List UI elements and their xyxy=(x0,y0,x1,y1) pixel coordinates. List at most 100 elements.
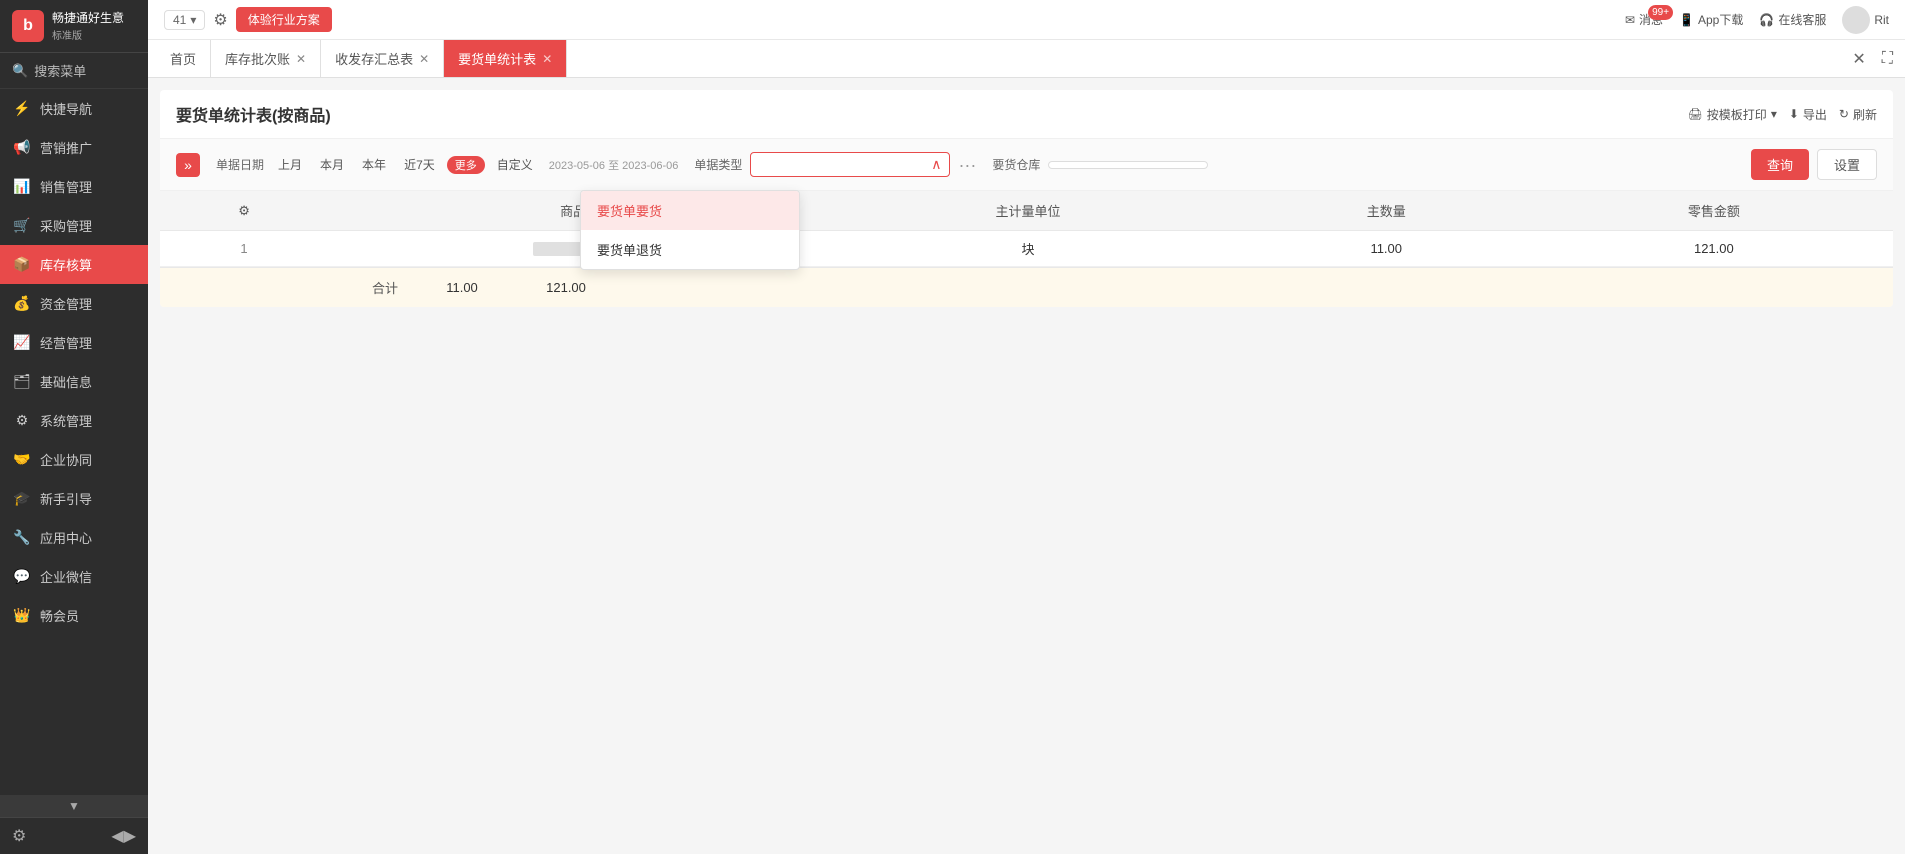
system-icon: ⚙ xyxy=(12,412,32,429)
sidebar-nav: ⚡ 快捷导航 📢 营销推广 📊 销售管理 🛒 采购管理 📦 库存核算 💰 资金管… xyxy=(0,89,148,795)
col-settings-icon[interactable]: ⚙ xyxy=(160,191,328,231)
query-btn[interactable]: 查询 xyxy=(1751,149,1809,180)
type-filter-label: 单据类型 xyxy=(694,156,742,173)
date-range-display: 2023-05-06 至 2023-06-06 xyxy=(549,157,679,173)
online-service-btn[interactable]: 🎧 在线客服 xyxy=(1759,11,1826,28)
tab-order-stats-close[interactable]: ✕ xyxy=(542,52,552,66)
page-container: 要货单统计表(按商品) 🖨 按模板打印 ▾ ⬇ 导出 ↻ 刷新 xyxy=(148,78,1905,854)
footer-amount: 121.00 xyxy=(526,280,606,295)
tab-inventory-batch-close[interactable]: ✕ xyxy=(296,52,306,66)
app-download-label: App下载 xyxy=(1698,11,1743,28)
tab-expand-icon[interactable]: ⛶ xyxy=(1878,50,1897,68)
sidebar-item-label: 企业协同 xyxy=(40,450,92,469)
settings-btn[interactable]: 设置 xyxy=(1817,149,1877,180)
date-btn-more[interactable]: 更多 xyxy=(447,156,485,174)
warehouse-select[interactable] xyxy=(1048,161,1208,169)
sidebar-item-label: 采购管理 xyxy=(40,216,92,235)
message-icon: ✉ xyxy=(1625,13,1635,27)
sidebar-item-marketing[interactable]: 📢 营销推广 xyxy=(0,128,148,167)
page-title: 要货单统计表(按商品) xyxy=(176,102,331,126)
sales-icon: 📊 xyxy=(12,178,32,195)
filter-warehouse-group: 要货仓库 xyxy=(992,156,1208,173)
sidebar-item-label: 营销推广 xyxy=(40,138,92,157)
cooperation-icon: 🤝 xyxy=(12,451,32,468)
row-amount: 121.00 xyxy=(1535,231,1893,267)
sidebar-item-guide[interactable]: 🎓 新手引导 xyxy=(0,479,148,518)
table-wrapper: ⚙ 商品 主计量单位 主数量 零售金额 1 块 11.00 xyxy=(160,191,1893,267)
print-arrow-icon: ▾ xyxy=(1771,107,1777,121)
export-btn[interactable]: ⬇ 导出 xyxy=(1789,106,1827,123)
sidebar-item-finance[interactable]: 💰 资金管理 xyxy=(0,284,148,323)
collapse-footer-icon[interactable]: ◀▶ xyxy=(111,826,136,846)
search-label: 搜索菜单 xyxy=(34,61,86,80)
dropdown-item-yh-order[interactable]: 要货单要货 xyxy=(581,191,799,230)
tab-order-stats[interactable]: 要货单统计表 ✕ xyxy=(444,40,567,77)
date-btn-this-year[interactable]: 本年 xyxy=(356,154,392,175)
logo-title: 畅捷通好生意 xyxy=(52,10,124,27)
user-profile[interactable]: Rit xyxy=(1842,6,1889,34)
date-btn-this-month[interactable]: 本月 xyxy=(314,154,350,175)
sidebar-item-quick-nav[interactable]: ⚡ 快捷导航 xyxy=(0,89,148,128)
quick-nav-icon: ⚡ xyxy=(12,100,32,117)
sidebar-item-member[interactable]: 👑 畅会员 xyxy=(0,596,148,635)
sidebar-item-appstore[interactable]: 🔧 应用中心 xyxy=(0,518,148,557)
date-btn-custom[interactable]: 自定义 xyxy=(491,154,539,175)
tab-receive-summary[interactable]: 收发存汇总表 ✕ xyxy=(321,40,444,77)
date-btn-7days[interactable]: 近7天 xyxy=(398,154,441,175)
sidebar-item-basic[interactable]: 🗂 基础信息 xyxy=(0,362,148,401)
sidebar-item-purchase[interactable]: 🛒 采购管理 xyxy=(0,206,148,245)
sidebar: b 畅捷通好生意 标准版 🔍 搜索菜单 ⚡ 快捷导航 📢 营销推广 📊 销售管理… xyxy=(0,0,148,854)
tab-close-all-icon[interactable]: ✕ xyxy=(1848,49,1869,69)
filter-date-group: 单据日期 上月 本月 本年 近7天 更多 自定义 2023-05-06 至 20… xyxy=(216,154,678,175)
header-settings-icon[interactable]: ⚙ xyxy=(213,10,227,30)
header-left: 41 ▾ ⚙ 体验行业方案 xyxy=(164,7,332,32)
sidebar-logo: b 畅捷通好生意 标准版 xyxy=(0,0,148,53)
dropdown-item-yh-return[interactable]: 要货单退货 xyxy=(581,230,799,269)
sidebar-search[interactable]: 🔍 搜索菜单 xyxy=(0,53,148,89)
mobile-icon: 📱 xyxy=(1679,13,1694,27)
filter-actions: 查询 设置 xyxy=(1751,149,1877,180)
tabs-right: ✕ ⛶ xyxy=(1848,49,1897,69)
tabs-bar: 首页 库存批次账 ✕ 收发存汇总表 ✕ 要货单统计表 ✕ ✕ ⛶ xyxy=(148,40,1905,78)
logo-sub: 标准版 xyxy=(52,27,124,42)
sidebar-item-label: 新手引导 xyxy=(40,489,92,508)
top-header: 41 ▾ ⚙ 体验行业方案 ✉ 消息 99+ 📱 App下载 🎧 在线客服 R xyxy=(148,0,1905,40)
settings-footer-icon[interactable]: ⚙ xyxy=(12,826,26,846)
tab-receive-summary-close[interactable]: ✕ xyxy=(419,52,429,66)
sidebar-item-label: 基础信息 xyxy=(40,372,92,391)
sidebar-item-label: 销售管理 xyxy=(40,177,92,196)
warehouse-filter-label: 要货仓库 xyxy=(992,156,1040,173)
filter-more-btn[interactable]: ··· xyxy=(958,156,976,174)
type-select-arrow[interactable]: ∧ xyxy=(931,156,941,173)
col-amount: 零售金额 xyxy=(1535,191,1893,231)
member-icon: 👑 xyxy=(12,607,32,624)
date-btn-last-month[interactable]: 上月 xyxy=(272,154,308,175)
basic-icon: 🗂 xyxy=(12,373,32,390)
filter-expand-btn[interactable]: » xyxy=(176,153,200,177)
print-template-btn[interactable]: 🖨 按模板打印 ▾ xyxy=(1688,106,1777,123)
sidebar-item-wechat[interactable]: 💬 企业微信 xyxy=(0,557,148,596)
finance-icon: 💰 xyxy=(12,295,32,312)
app-download-btn[interactable]: 📱 App下载 xyxy=(1679,11,1743,28)
header-selector[interactable]: 41 ▾ xyxy=(164,10,205,30)
col-unit: 主计量单位 xyxy=(818,191,1238,231)
tab-home-label: 首页 xyxy=(170,49,196,68)
messages-btn[interactable]: ✉ 消息 99+ xyxy=(1625,11,1663,28)
industry-btn[interactable]: 体验行业方案 xyxy=(236,7,332,32)
col-quantity: 主数量 xyxy=(1238,191,1535,231)
main-content: 41 ▾ ⚙ 体验行业方案 ✉ 消息 99+ 📱 App下载 🎧 在线客服 R xyxy=(148,0,1905,854)
sidebar-item-sales[interactable]: 📊 销售管理 xyxy=(0,167,148,206)
sidebar-item-system[interactable]: ⚙ 系统管理 xyxy=(0,401,148,440)
sidebar-item-operation[interactable]: 📈 经营管理 xyxy=(0,323,148,362)
refresh-btn[interactable]: ↻ 刷新 xyxy=(1839,106,1877,123)
footer-label: 合计 xyxy=(172,278,398,297)
type-select[interactable]: ∧ xyxy=(750,152,950,177)
print-icon: 🖨 xyxy=(1688,107,1703,121)
tab-home[interactable]: 首页 xyxy=(156,40,211,77)
sidebar-item-cooperation[interactable]: 🤝 企业协同 xyxy=(0,440,148,479)
tab-inventory-batch[interactable]: 库存批次账 ✕ xyxy=(211,40,321,77)
headset-icon: 🎧 xyxy=(1759,13,1774,27)
sidebar-scroll-down[interactable]: ▼ xyxy=(0,795,148,817)
sidebar-item-label: 快捷导航 xyxy=(40,99,92,118)
sidebar-item-inventory[interactable]: 📦 库存核算 xyxy=(0,245,148,284)
